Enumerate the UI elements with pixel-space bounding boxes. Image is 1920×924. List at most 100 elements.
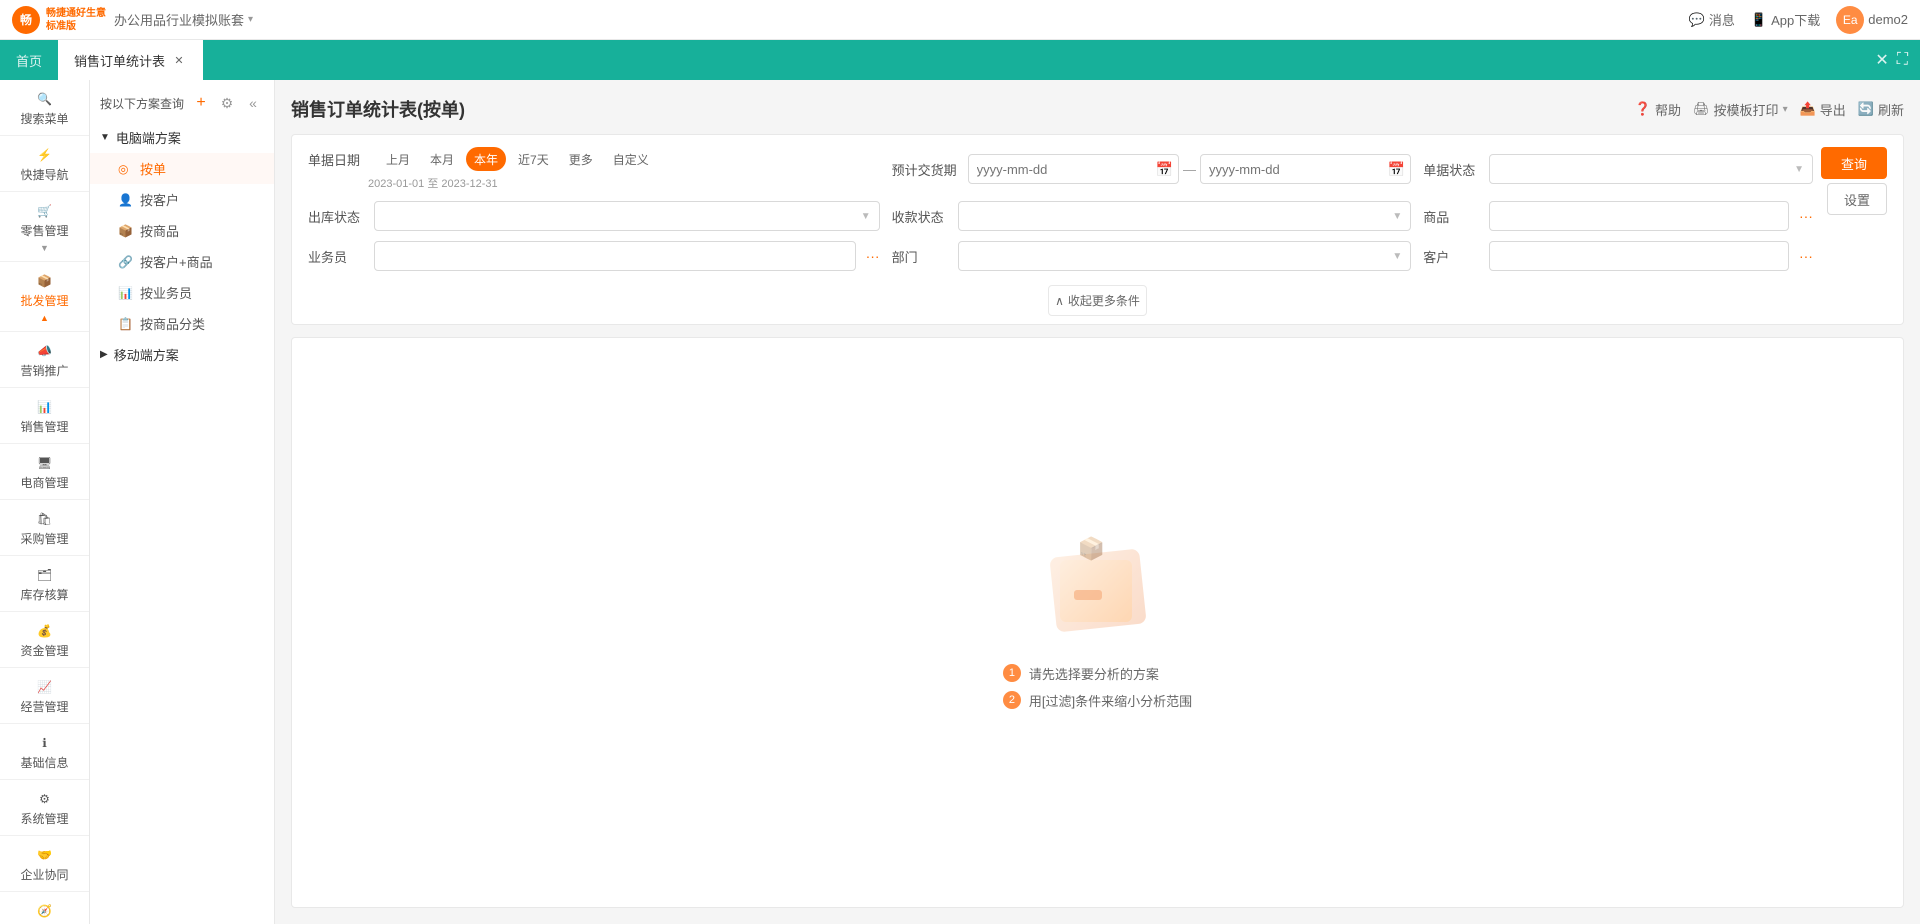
- sidebar: 🔍 搜索菜单 ⚡ 快捷导航 🛒 零售管理 ▼ 📦 批发管理 ▲ 📣 营销推广 📊…: [0, 80, 90, 924]
- retail-icon: 🛒: [37, 204, 52, 218]
- inventory-icon: 🗂: [37, 568, 52, 582]
- template-print-btn[interactable]: 🖨 按模板打印 ▾: [1693, 100, 1788, 119]
- tab-close-icon[interactable]: ✕: [171, 52, 187, 68]
- date-separator: —: [1183, 162, 1196, 177]
- quick-date-last-month[interactable]: 上月: [378, 147, 418, 171]
- sidebar-item-newbie[interactable]: 🧭 新手引导: [0, 892, 89, 924]
- calendar-from-icon: 📅: [1156, 161, 1173, 178]
- sidebar-item-enterprise[interactable]: 🤝 企业协同: [0, 836, 89, 892]
- collapse-bar[interactable]: ∧ 收起更多条件: [1048, 285, 1147, 316]
- tip-1-num: 1: [1003, 664, 1021, 682]
- message-label: 消息: [1709, 10, 1735, 29]
- empty-state: 📦 1 请先选择要分析的方案 2 用[过滤]条件来缩小分析范围: [291, 337, 1904, 908]
- sidebar-item-quick-nav[interactable]: ⚡ 快捷导航: [0, 136, 89, 192]
- sidebar-item-sales-mgmt[interactable]: 📊 销售管理: [0, 388, 89, 444]
- avatar-text: Ea: [1843, 13, 1858, 27]
- quick-date-this-month[interactable]: 本月: [422, 147, 462, 171]
- date-to-wrapper: 📅: [1200, 154, 1411, 184]
- sidebar-item-marketing[interactable]: 📣 营销推广: [0, 332, 89, 388]
- department-select[interactable]: ▼: [958, 241, 1412, 271]
- goods-more-icon[interactable]: ···: [1799, 208, 1813, 224]
- filter-settings-btn[interactable]: ⚙: [216, 92, 238, 114]
- expected-date-field: 预计交货期 📅 — 📅: [892, 154, 1412, 184]
- payment-status-dropdown-icon: ▼: [1392, 211, 1402, 222]
- sidebar-item-base-info[interactable]: ℹ 基础信息: [0, 724, 89, 780]
- tab-expand-btn[interactable]: ⛶: [1897, 51, 1908, 69]
- status-select[interactable]: ▼: [1489, 154, 1813, 184]
- content-area: 按以下方案查询 + ⚙ « ▼ 电脑端方案: [90, 80, 1920, 924]
- quick-date-this-year[interactable]: 本年: [466, 147, 506, 171]
- quick-date-more[interactable]: 更多: [561, 147, 601, 171]
- breadcrumb-area[interactable]: 办公用品行业模拟账套 ▾: [114, 10, 253, 29]
- sidebar-item-inventory[interactable]: 🗂 库存核算: [0, 556, 89, 612]
- add-scheme-icon: +: [196, 94, 205, 112]
- sales-mgmt-icon: 📊: [37, 400, 52, 414]
- mobile-scheme-title[interactable]: ▶ 移动端方案: [90, 339, 274, 370]
- status-field: 单据状态 ▼: [1423, 154, 1813, 184]
- sidebar-item-operations[interactable]: 📈 经营管理: [0, 668, 89, 724]
- customer-input[interactable]: [1489, 241, 1789, 271]
- filter-panel: 按以下方案查询 + ⚙ « ▼ 电脑端方案: [90, 80, 275, 924]
- expected-date-label: 预计交货期: [892, 160, 962, 179]
- help-label: 帮助: [1655, 100, 1681, 119]
- tab-home[interactable]: 首页: [0, 40, 58, 80]
- filter-panel-title: 按以下方案查询: [100, 95, 184, 112]
- quick-nav-icon: ⚡: [37, 148, 52, 162]
- salesperson-input[interactable]: [374, 241, 856, 271]
- sidebar-item-system[interactable]: ⚙ 系统管理: [0, 780, 89, 836]
- logo-area: 畅 畅捷通好生意 标准版: [12, 6, 106, 34]
- date-from-input[interactable]: [968, 154, 1179, 184]
- search-button[interactable]: 查询: [1821, 147, 1887, 179]
- payment-status-select[interactable]: ▼: [958, 201, 1412, 231]
- customer-field: 客户 ···: [1423, 241, 1813, 271]
- sidebar-item-search[interactable]: 🔍 搜索菜单: [0, 80, 89, 136]
- collapse-up-icon: ∧: [1055, 294, 1064, 308]
- sidebar-item-finance[interactable]: 💰 资金管理: [0, 612, 89, 668]
- sidebar-label-marketing: 营销推广: [20, 362, 68, 379]
- quick-date-custom[interactable]: 自定义: [605, 147, 657, 171]
- date-from-wrapper: 📅: [968, 154, 1179, 184]
- sidebar-item-retail[interactable]: 🛒 零售管理 ▼: [0, 192, 89, 262]
- sidebar-label-finance: 资金管理: [20, 642, 68, 659]
- sidebar-label-search: 搜索菜单: [20, 110, 68, 127]
- ship-status-select[interactable]: ▼: [374, 201, 880, 231]
- system-icon: ⚙: [39, 792, 50, 806]
- app-download-action[interactable]: 📱 App下载: [1751, 10, 1820, 29]
- scheme-item-by-salesperson[interactable]: 📊 按业务员: [90, 277, 274, 308]
- scheme-item-by-customer[interactable]: 👤 按客户: [90, 184, 274, 215]
- salesperson-field: 业务员 ···: [308, 241, 880, 271]
- help-btn[interactable]: ❓ 帮助: [1635, 100, 1681, 119]
- main-content: 销售订单统计表(按单) ❓ 帮助 🖨 按模板打印 ▾ 📤 导出: [275, 80, 1920, 924]
- user-area[interactable]: Ea demo2: [1836, 6, 1908, 34]
- sidebar-label-quick-nav: 快捷导航: [20, 166, 68, 183]
- filter-add-btn[interactable]: +: [190, 92, 212, 114]
- tab-sales-stat[interactable]: 销售订单统计表 ✕: [58, 40, 203, 80]
- goods-input[interactable]: [1489, 201, 1789, 231]
- salesperson-more-icon[interactable]: ···: [866, 248, 880, 264]
- quick-date-7days[interactable]: 近7天: [510, 147, 557, 171]
- scheme-item-by-order[interactable]: ◎ 按单: [90, 153, 274, 184]
- tab-home-label: 首页: [16, 51, 42, 70]
- tab-close-btn[interactable]: ✕: [1875, 50, 1888, 70]
- scheme-item-by-customer-goods[interactable]: 🔗 按客户+商品: [90, 246, 274, 277]
- app-download-label: App下载: [1771, 10, 1820, 29]
- refresh-btn[interactable]: 🔄 刷新: [1858, 100, 1904, 119]
- scheme-item-by-goods[interactable]: 📦 按商品: [90, 215, 274, 246]
- quick-dates: 上月 本月 本年 近7天 更多 自定义: [378, 147, 657, 171]
- department-dropdown-icon: ▼: [1392, 251, 1402, 262]
- customer-more-icon[interactable]: ···: [1799, 248, 1813, 264]
- sidebar-item-purchase[interactable]: 🛍 采购管理: [0, 500, 89, 556]
- export-btn[interactable]: 📤 导出: [1800, 100, 1846, 119]
- sidebar-item-ecommerce[interactable]: 🖥 电商管理: [0, 444, 89, 500]
- scheme-item-by-goods-category[interactable]: 📋 按商品分类: [90, 308, 274, 339]
- sidebar-item-wholesale[interactable]: 📦 批发管理 ▲: [0, 262, 89, 332]
- by-customer-goods-icon: 🔗: [118, 255, 134, 269]
- filter-collapse-btn[interactable]: «: [242, 92, 264, 114]
- app-download-icon: 📱: [1751, 12, 1767, 28]
- desktop-scheme-title[interactable]: ▼ 电脑端方案: [90, 122, 274, 153]
- date-to-input[interactable]: [1200, 154, 1411, 184]
- date-field: 单据日期 上月 本月 本年 近7天 更多 自定义: [308, 147, 880, 191]
- set-button[interactable]: 设置: [1827, 183, 1887, 215]
- filter-panel-header: 按以下方案查询 + ⚙ «: [90, 88, 274, 122]
- message-action[interactable]: 💬 消息: [1689, 10, 1735, 29]
